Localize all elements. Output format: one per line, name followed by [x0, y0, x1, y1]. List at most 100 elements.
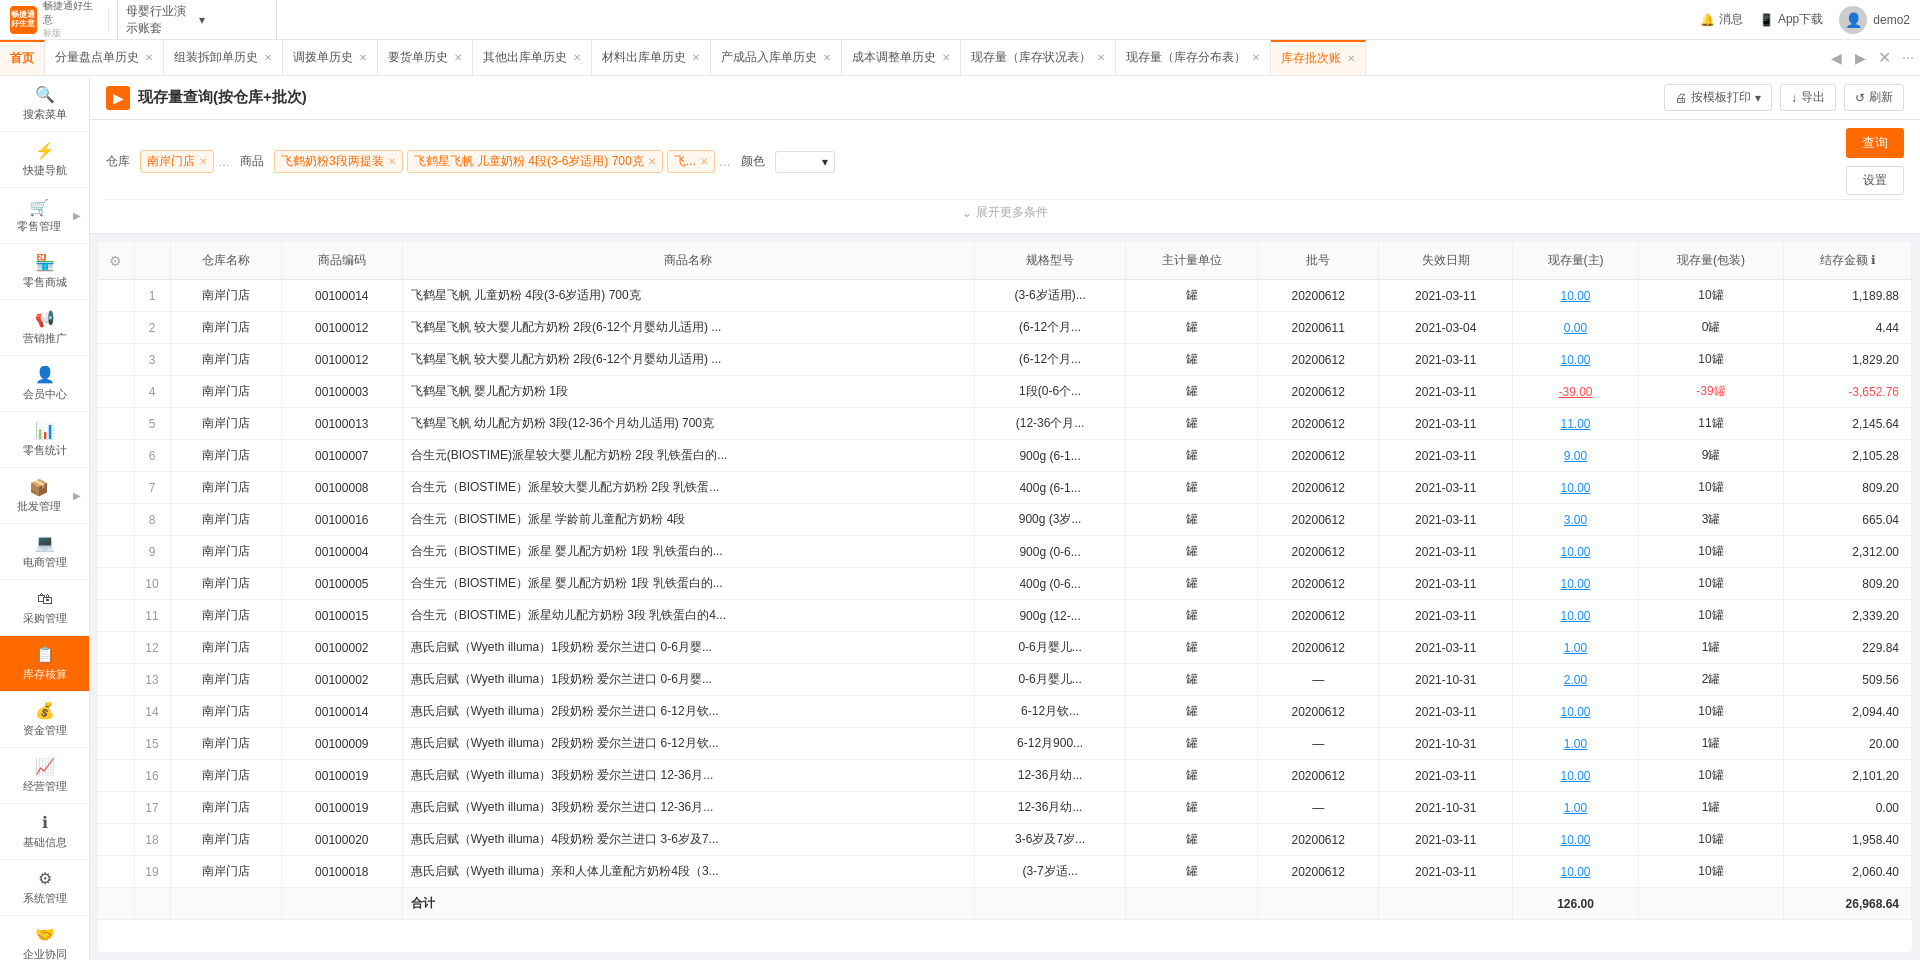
sidebar-item-operations[interactable]: 📈 经营管理: [0, 748, 89, 804]
qty-main-cell[interactable]: 10.00: [1513, 568, 1638, 600]
goods-name-cell: 合生元（BIOSTIME）派星 学龄前儿童配方奶粉 4段: [402, 504, 974, 536]
qty-main-cell[interactable]: 2.00: [1513, 664, 1638, 696]
sidebar-item-ecommerce[interactable]: 💻 电商管理: [0, 524, 89, 580]
close-icon[interactable]: ✕: [1097, 52, 1105, 63]
qty-main-cell[interactable]: 0.00: [1513, 312, 1638, 344]
qty-main-cell[interactable]: 10.00: [1513, 760, 1638, 792]
tab-cost-adjust[interactable]: 成本调整单历史 ✕: [842, 40, 961, 76]
tab-goods-out[interactable]: 要货单历史 ✕: [378, 40, 473, 76]
sidebar-item-system[interactable]: ⚙ 系统管理: [0, 860, 89, 916]
tab-inventory-dist[interactable]: 现存量（库存分布表） ✕: [1116, 40, 1271, 76]
tab-product-in[interactable]: 产成品入库单历史 ✕: [711, 40, 842, 76]
refresh-btn[interactable]: ↺ 刷新: [1844, 84, 1904, 111]
sidebar-item-basics[interactable]: ℹ 基础信息: [0, 804, 89, 860]
qty-main-cell[interactable]: 10.00: [1513, 856, 1638, 888]
close-icon[interactable]: ✕: [823, 52, 831, 63]
nav-next-btn[interactable]: ▶: [1848, 40, 1872, 76]
expire-cell: 2021-03-11: [1379, 568, 1513, 600]
unit-cell: 罐: [1126, 696, 1258, 728]
settings-icon[interactable]: ⚙: [109, 253, 122, 269]
row-num: 17: [134, 792, 170, 824]
close-icon[interactable]: ✕: [454, 52, 462, 63]
nav-tabs: 首页 分量盘点单历史 ✕ 组装拆卸单历史 ✕ 调拨单历史 ✕ 要货单历史 ✕ 其…: [0, 40, 1920, 76]
close-icon[interactable]: ✕: [199, 156, 207, 167]
close-icon[interactable]: ✕: [648, 156, 656, 167]
close-icon[interactable]: ✕: [359, 52, 367, 63]
qty-main-cell[interactable]: 9.00: [1513, 440, 1638, 472]
sidebar-item-wholesale[interactable]: 📦 批发管理 ▶: [0, 468, 89, 524]
row-num: 3: [134, 344, 170, 376]
close-icon[interactable]: ✕: [145, 52, 153, 63]
qty-main-cell[interactable]: 1.00: [1513, 728, 1638, 760]
close-icon[interactable]: ✕: [1252, 52, 1260, 63]
goods-tag-2[interactable]: 飞鹤星飞帆 儿童奶粉 4段(3-6岁适用) 700克 ✕: [407, 150, 663, 173]
sidebar-item-retail-shop[interactable]: 🏪 零售商城: [0, 244, 89, 300]
row-num: 12: [134, 632, 170, 664]
warehouse-more-btn[interactable]: …: [218, 155, 230, 169]
goods-tag-3[interactable]: 飞... ✕: [667, 150, 715, 173]
sidebar-item-nav[interactable]: ⚡ 快捷导航: [0, 132, 89, 188]
batch-cell: —: [1258, 792, 1379, 824]
qty-main-cell[interactable]: 1.00: [1513, 792, 1638, 824]
close-all-tabs-btn[interactable]: ✕: [1872, 40, 1896, 76]
close-icon[interactable]: ✕: [1347, 53, 1355, 64]
sidebar-item-search[interactable]: 🔍 搜索菜单: [0, 76, 89, 132]
qty-main-cell[interactable]: 3.00: [1513, 504, 1638, 536]
tab-pick-single[interactable]: 调拨单历史 ✕: [283, 40, 378, 76]
qty-main-cell[interactable]: 10.00: [1513, 696, 1638, 728]
expand-filter-btn[interactable]: ▶: [106, 86, 130, 110]
close-icon[interactable]: ✕: [264, 52, 272, 63]
goods-tag-1[interactable]: 飞鹤奶粉3段两提装 ✕: [274, 150, 403, 173]
sidebar-item-enterprise[interactable]: 🤝 企业协同: [0, 916, 89, 960]
close-icon[interactable]: ✕: [388, 156, 396, 167]
qty-main-cell[interactable]: 10.00: [1513, 600, 1638, 632]
sidebar-item-marketing[interactable]: 📢 营销推广: [0, 300, 89, 356]
qty-main-cell[interactable]: 10.00: [1513, 344, 1638, 376]
qty-main-cell[interactable]: -39.00: [1513, 376, 1638, 408]
color-select[interactable]: ▾: [775, 151, 835, 173]
message-btn[interactable]: 🔔 消息: [1700, 11, 1743, 28]
tabs-menu-btn[interactable]: ⋯: [1896, 40, 1920, 76]
nav-prev-btn[interactable]: ◀: [1824, 40, 1848, 76]
warehouse-cell: 南岸门店: [170, 760, 281, 792]
tab-other-out[interactable]: 其他出库单历史 ✕: [473, 40, 592, 76]
close-icon[interactable]: ✕: [700, 156, 708, 167]
qty-main-cell[interactable]: 11.00: [1513, 408, 1638, 440]
goods-tags: 飞鹤奶粉3段两提装 ✕ 飞鹤星飞帆 儿童奶粉 4段(3-6岁适用) 700克 ✕…: [274, 150, 731, 173]
workspace-dropdown[interactable]: 母婴行业演示账套 ▾: [117, 0, 277, 42]
sidebar-item-retail[interactable]: 🛒 零售管理 ▶: [0, 188, 89, 244]
print-btn[interactable]: 🖨 按模板打印 ▾: [1664, 84, 1772, 111]
batch-cell: 20200612: [1258, 440, 1379, 472]
sidebar-item-inventory[interactable]: 📋 库存核算: [0, 636, 89, 692]
unit-cell: 罐: [1126, 280, 1258, 312]
tab-disassemble[interactable]: 组装拆卸单历史 ✕: [164, 40, 283, 76]
close-icon[interactable]: ✕: [942, 52, 950, 63]
export-btn[interactable]: ↓ 导出: [1780, 84, 1836, 111]
tab-material-out[interactable]: 材料出库单历史 ✕: [592, 40, 711, 76]
user-menu[interactable]: 👤 demo2: [1839, 6, 1910, 34]
qty-main-cell[interactable]: 10.00: [1513, 536, 1638, 568]
tab-inventory-status[interactable]: 现存量（库存状况表） ✕: [961, 40, 1116, 76]
tab-split-inventory[interactable]: 分量盘点单历史 ✕: [45, 40, 164, 76]
qty-main-cell[interactable]: 1.00: [1513, 632, 1638, 664]
row-num: 8: [134, 504, 170, 536]
goods-more-btn[interactable]: …: [719, 155, 731, 169]
sidebar-item-purchase[interactable]: 🛍 采购管理: [0, 580, 89, 636]
sidebar-item-finance[interactable]: 💰 资金管理: [0, 692, 89, 748]
sidebar-item-retail-stats[interactable]: 📊 零售统计: [0, 412, 89, 468]
tab-batch-account[interactable]: 库存批次账 ✕: [1271, 40, 1366, 76]
chevron-right-icon: ▶: [73, 210, 81, 221]
set-btn[interactable]: 设置: [1846, 166, 1904, 195]
warehouse-tag-nananjindian[interactable]: 南岸门店 ✕: [140, 150, 214, 173]
qty-main-cell[interactable]: 10.00: [1513, 280, 1638, 312]
qty-main-cell[interactable]: 10.00: [1513, 824, 1638, 856]
close-icon[interactable]: ✕: [573, 52, 581, 63]
tab-home[interactable]: 首页: [0, 40, 45, 76]
expand-more-btn[interactable]: ⌄ 展开更多条件: [106, 199, 1904, 225]
query-btn[interactable]: 查询: [1846, 128, 1904, 158]
app-download-btn[interactable]: 📱 App下载: [1759, 11, 1823, 28]
close-icon[interactable]: ✕: [692, 52, 700, 63]
qty-main-cell[interactable]: 10.00: [1513, 472, 1638, 504]
goods-name-cell: 惠氏启赋（Wyeth illuma）1段奶粉 爱尔兰进口 0-6月婴...: [402, 632, 974, 664]
sidebar-item-member[interactable]: 👤 会员中心: [0, 356, 89, 412]
